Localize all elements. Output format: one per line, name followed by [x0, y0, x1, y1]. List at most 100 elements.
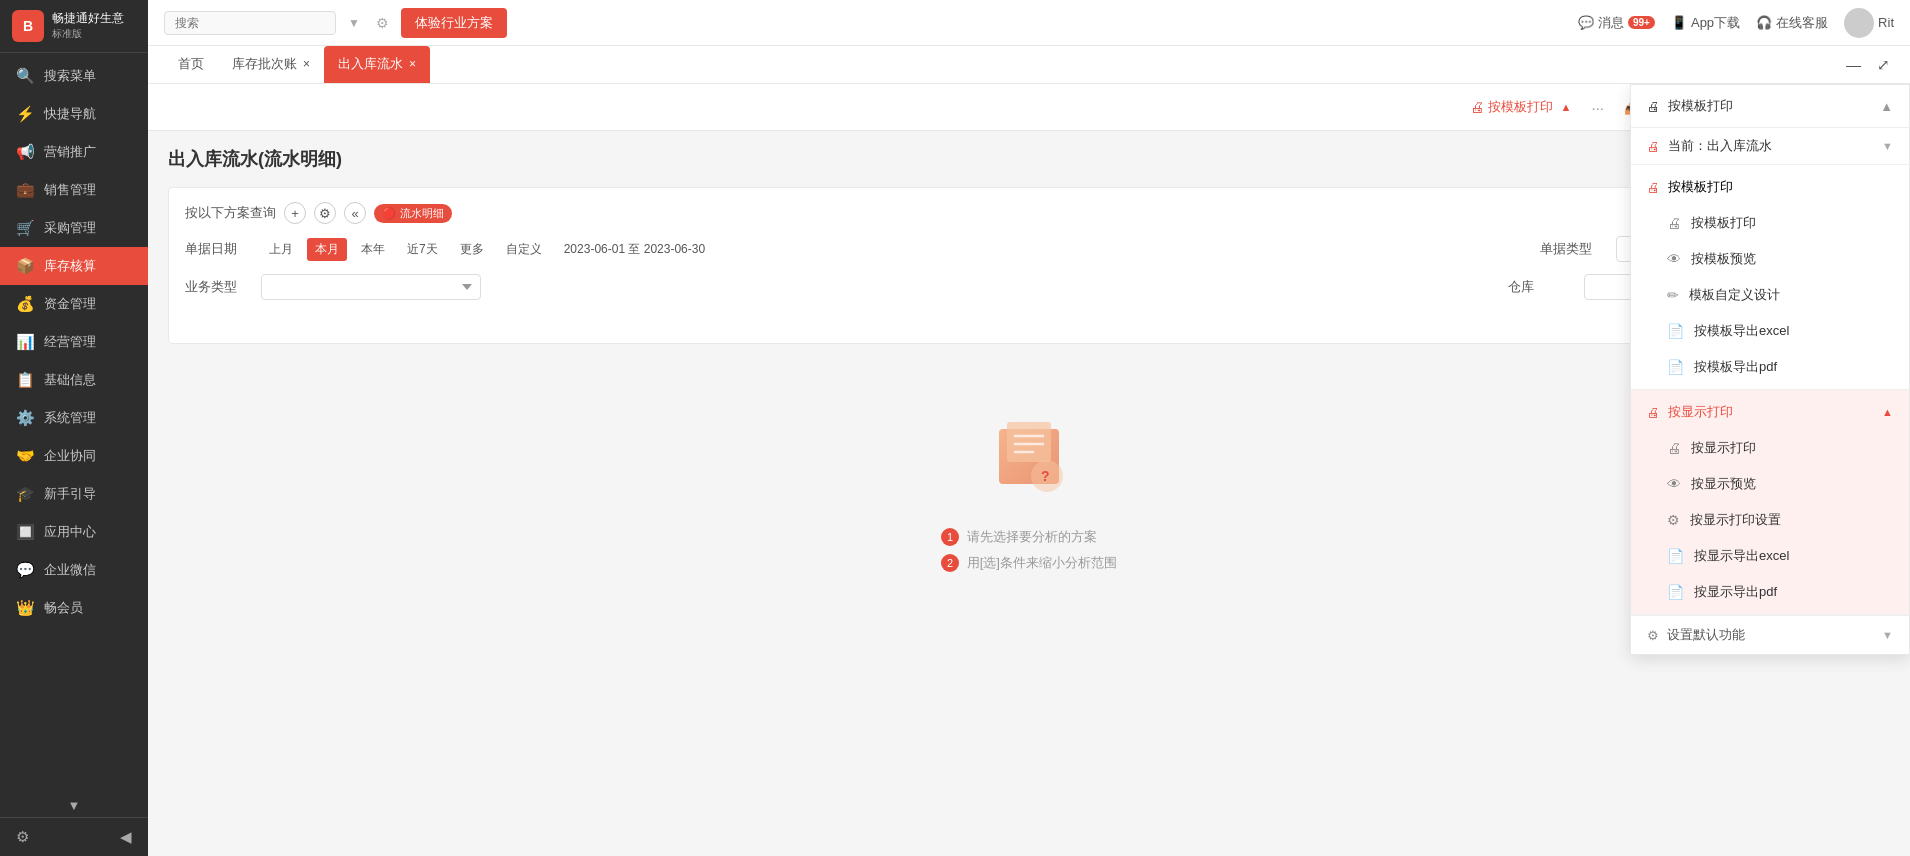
sidebar-item-wechat[interactable]: 💬 企业微信 [0, 551, 148, 589]
date-tab-more[interactable]: 更多 [452, 238, 492, 261]
sidebar-item-purchase[interactable]: 🛒 采购管理 [0, 209, 148, 247]
user-area[interactable]: Rit [1844, 8, 1894, 38]
filter-collapse-icon[interactable]: « [344, 202, 366, 224]
sidebar-item-operations[interactable]: 📊 经营管理 [0, 323, 148, 361]
dropdown-title: 按模板打印 [1668, 97, 1733, 115]
template-print-icon: 🖨 [1667, 215, 1681, 231]
sidebar-item-finance[interactable]: 💰 资金管理 [0, 285, 148, 323]
template-section-label: 按模板打印 [1668, 178, 1733, 196]
filter-settings-icon[interactable]: ⚙ [314, 202, 336, 224]
tabs-right-actions: — ⤢ [1842, 54, 1894, 76]
dropdown-print-icon: 🖨 [1647, 99, 1660, 114]
filter-add-button[interactable]: + [284, 202, 306, 224]
online-service-label: 在线客服 [1776, 14, 1828, 32]
sidebar-item-base[interactable]: 📋 基础信息 [0, 361, 148, 399]
filter-tag-badge[interactable]: 🔴 流水明细 [374, 204, 452, 223]
topbar-search-input[interactable] [164, 11, 336, 35]
topbar: ▼ ⚙ 体验行业方案 💬 消息 99+ 📱 App下载 🎧 在线客服 Rit [148, 0, 1910, 46]
app-download-button[interactable]: 📱 App下载 [1671, 14, 1740, 32]
tab-flow-close[interactable]: × [409, 57, 416, 71]
sidebar-scroll-down[interactable]: ▼ [0, 794, 148, 817]
topbar-dropdown-icon[interactable]: ▼ [348, 16, 360, 30]
date-tab-7days[interactable]: 近7天 [399, 238, 446, 261]
date-tab-current-year[interactable]: 本年 [353, 238, 393, 261]
print-button[interactable]: 🖨 按模板打印 ▲ [1462, 94, 1580, 120]
dropdown-display-settings[interactable]: ⚙ 按显示打印设置 [1631, 502, 1909, 538]
tab-flow[interactable]: 出入库流水 × [324, 46, 430, 83]
industry-solution-button[interactable]: 体验行业方案 [401, 8, 507, 38]
tab-batch[interactable]: 库存批次账 × [218, 46, 324, 83]
filter-business-row: 业务类型 仓库 ··· [185, 274, 1873, 300]
sidebar-item-appcenter[interactable]: 🔲 应用中心 [0, 513, 148, 551]
dropdown-footer[interactable]: ⚙ 设置默认功能 ▼ [1631, 615, 1909, 654]
collapse-button[interactable]: ▲ 收起更多条件 [185, 312, 1873, 329]
display-excel-label: 按显示导出excel [1694, 547, 1789, 565]
print-label: 按模板打印 [1488, 98, 1553, 116]
dropdown-arrow-icon: ▼ [1882, 140, 1893, 152]
dropdown-template-header[interactable]: 🖨 按模板打印 [1631, 169, 1909, 205]
print-icon: 🖨 [1470, 99, 1484, 115]
dropdown-template-pdf[interactable]: 📄 按模板导出pdf [1631, 349, 1909, 385]
tab-maximize-button[interactable]: ⤢ [1873, 54, 1894, 76]
print-dropdown-icon[interactable]: ▲ [1561, 101, 1572, 113]
operations-icon: 📊 [16, 333, 34, 351]
finance-icon: 💰 [16, 295, 34, 313]
tab-batch-close[interactable]: × [303, 57, 310, 71]
dropdown-current-label: 当前：出入库流水 [1668, 137, 1772, 155]
date-tab-last-month[interactable]: 上月 [261, 238, 301, 261]
sidebar-item-guide[interactable]: 🎓 新手引导 [0, 475, 148, 513]
svg-rect-1 [1007, 422, 1051, 462]
base-icon: 📋 [16, 371, 34, 389]
content-wrapper: 🖨 按模板打印 ▲ ··· 📤 导出 🔄 刷新 查询 设置 出入库流水(流水明细… [148, 84, 1910, 652]
collapse-icon[interactable]: ◀ [120, 828, 132, 846]
business-type-select[interactable] [261, 274, 481, 300]
sidebar-item-search[interactable]: 🔍 搜索菜单 [0, 57, 148, 95]
dropdown-display-print[interactable]: 🖨 按显示打印 [1631, 430, 1909, 466]
sidebar-item-inventory[interactable]: 📦 库存核算 [0, 247, 148, 285]
sidebar-item-member[interactable]: 👑 畅会员 [0, 589, 148, 627]
sidebar-item-collab[interactable]: 🤝 企业协同 [0, 437, 148, 475]
app-download-label: App下载 [1691, 14, 1740, 32]
dropdown-up-icon[interactable]: ▲ [1880, 99, 1893, 114]
dropdown-template-custom[interactable]: ✏ 模板自定义设计 [1631, 277, 1909, 313]
dropdown-template-preview[interactable]: 👁 按模板预览 [1631, 241, 1909, 277]
message-button[interactable]: 💬 消息 99+ [1578, 14, 1655, 32]
filter-date-row: 单据日期 上月 本月 本年 近7天 更多 自定义 2023-06-01 至 20… [185, 236, 1873, 262]
dropdown-template-excel[interactable]: 📄 按模板导出excel [1631, 313, 1909, 349]
sidebar-item-sales[interactable]: 💼 销售管理 [0, 171, 148, 209]
template-custom-icon: ✏ [1667, 287, 1679, 303]
tab-home[interactable]: 首页 [164, 46, 218, 83]
dropdown-header: 🖨 按模板打印 ▲ [1631, 85, 1909, 128]
display-preview-label: 按显示预览 [1691, 475, 1756, 493]
template-section-icon: 🖨 [1647, 180, 1660, 195]
topbar-left: ▼ ⚙ 体验行业方案 [164, 8, 1578, 38]
topbar-right: 💬 消息 99+ 📱 App下载 🎧 在线客服 Rit [1578, 8, 1894, 38]
main-area: ▼ ⚙ 体验行业方案 💬 消息 99+ 📱 App下载 🎧 在线客服 Rit [148, 0, 1910, 856]
voucher-type-label: 单据类型 [1540, 240, 1600, 258]
logo-icon: B [12, 10, 44, 42]
template-pdf-label: 按模板导出pdf [1694, 358, 1777, 376]
filter-header: 按以下方案查询 + ⚙ « 🔴 流水明细 [185, 202, 1873, 224]
settings-bottom-icon[interactable]: ⚙ [16, 828, 29, 846]
dropdown-display-excel[interactable]: 📄 按显示导出excel [1631, 538, 1909, 574]
tab-minimize-button[interactable]: — [1842, 54, 1865, 76]
sidebar-item-label: 基础信息 [44, 371, 96, 389]
sidebar-item-system[interactable]: ⚙️ 系统管理 [0, 399, 148, 437]
sidebar-item-quicknav[interactable]: ⚡ 快捷导航 [0, 95, 148, 133]
date-tab-custom[interactable]: 自定义 [498, 238, 550, 261]
date-tab-current-month[interactable]: 本月 [307, 238, 347, 261]
dropdown-display-section: 🖨 按显示打印 ▲ 🖨 按显示打印 👁 按显示预览 ⚙ [1631, 390, 1909, 615]
dropdown-current-item[interactable]: 🖨 当前：出入库流水 ▼ [1631, 128, 1909, 165]
more-ellipsis[interactable]: ··· [1591, 99, 1604, 116]
dropdown-display-preview[interactable]: 👁 按显示预览 [1631, 466, 1909, 502]
template-preview-icon: 👁 [1667, 251, 1681, 267]
display-section-up-icon[interactable]: ▲ [1882, 406, 1893, 418]
topbar-settings-icon[interactable]: ⚙ [376, 15, 389, 31]
dropdown-display-pdf[interactable]: 📄 按显示导出pdf [1631, 574, 1909, 610]
sidebar: B 畅捷通好生意 标准版 🔍 搜索菜单 ⚡ 快捷导航 📢 营销推广 💼 销售管理… [0, 0, 148, 856]
footer-settings-icon: ⚙ [1647, 628, 1659, 643]
online-service-button[interactable]: 🎧 在线客服 [1756, 14, 1828, 32]
dropdown-display-header[interactable]: 🖨 按显示打印 ▲ [1631, 394, 1909, 430]
sidebar-item-marketing[interactable]: 📢 营销推广 [0, 133, 148, 171]
dropdown-template-print[interactable]: 🖨 按模板打印 [1631, 205, 1909, 241]
